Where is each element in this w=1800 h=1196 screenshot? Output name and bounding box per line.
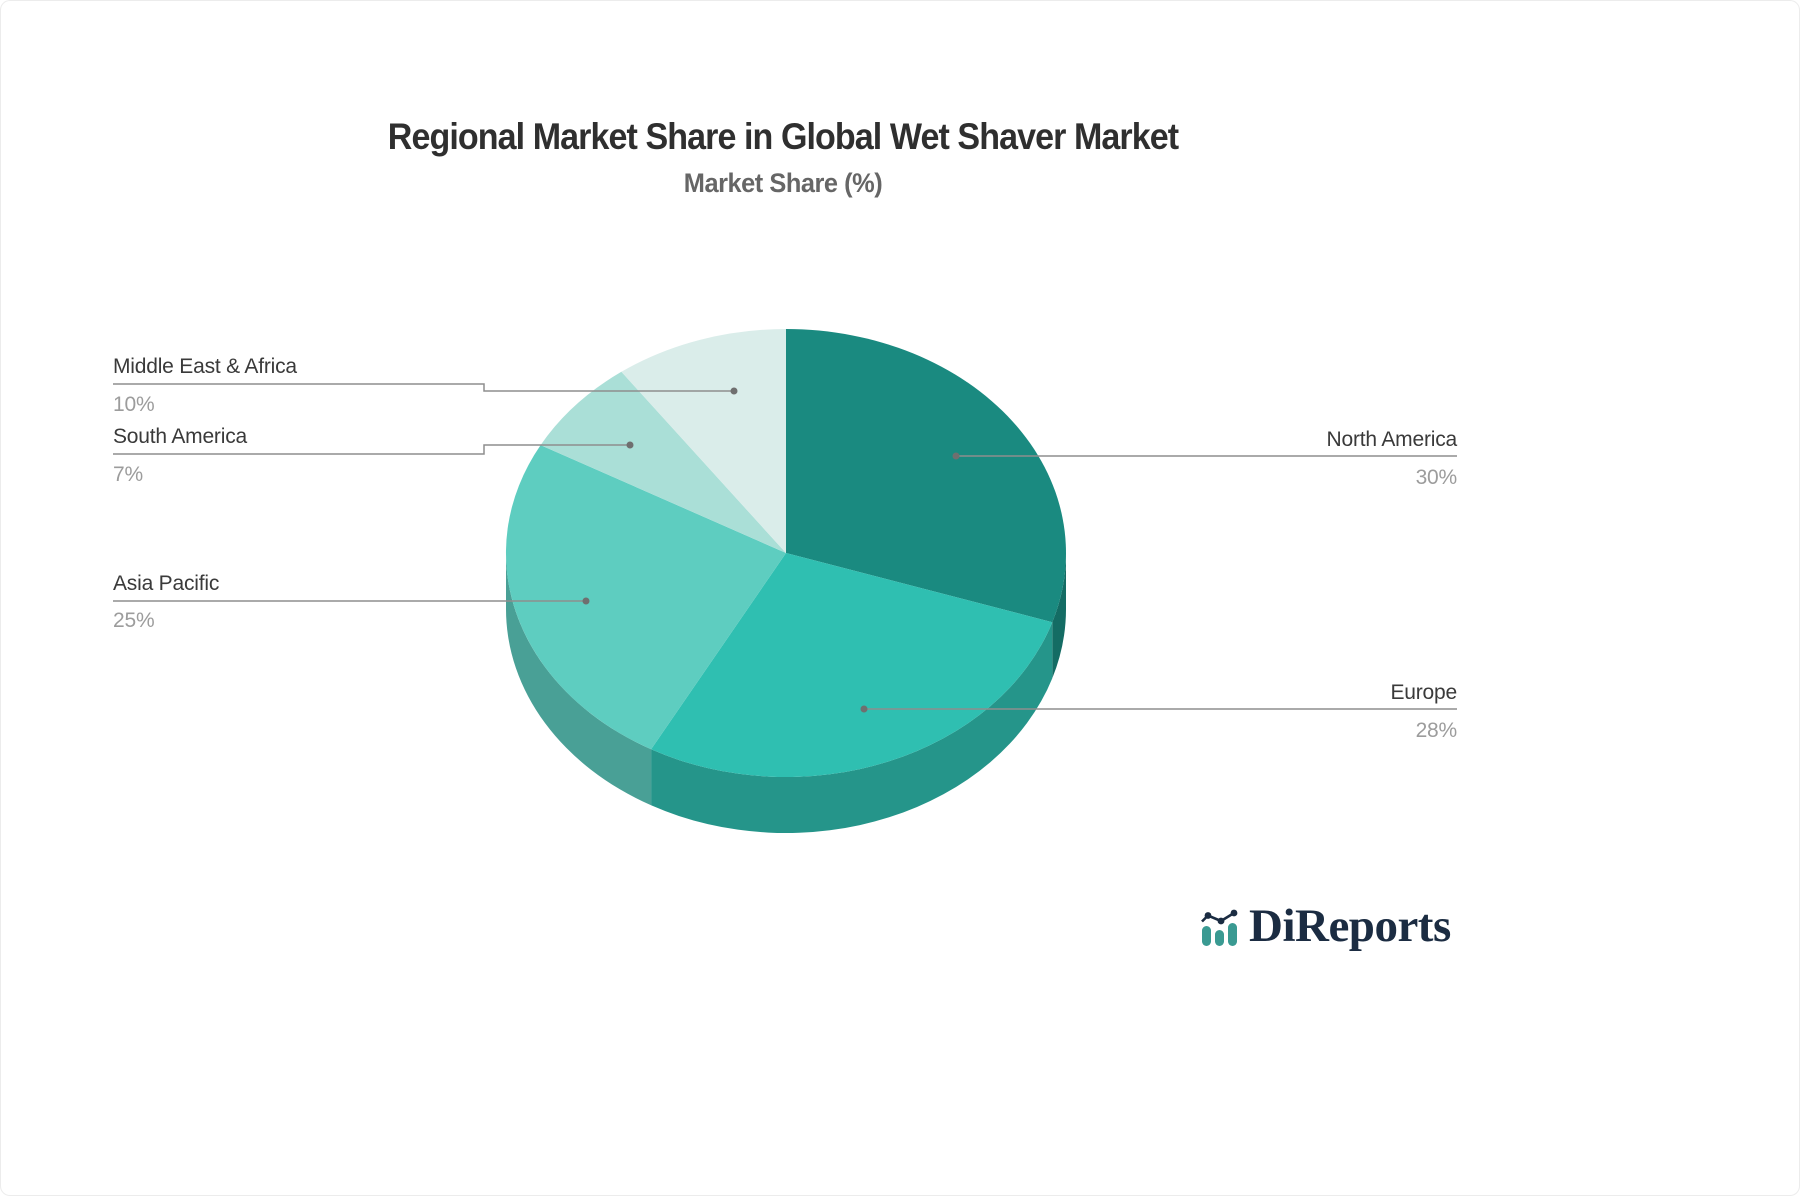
callout-north-america: North America [1326,427,1458,453]
callout-north-america-pct: 30% [1415,465,1458,491]
callout-asia-pacific-pct: 25% [113,608,155,634]
slice-percent: 28% [1415,719,1458,742]
direports-logo-icon [1201,909,1238,946]
slice-percent: 25% [113,609,155,632]
callout-middle-east-africa-pct: 10% [113,392,155,418]
chart-canvas: Regional Market Share in Global Wet Shav… [0,0,1800,1196]
connector-dot [626,441,634,449]
callout-europe-pct: 28% [1415,718,1458,744]
pie-chart [113,329,1457,834]
slice-percent: 7% [113,463,143,486]
connector-dot [952,452,960,460]
direports-logo-text: DiReports [1249,900,1451,952]
callout-asia-pacific: Asia Pacific [113,571,219,597]
callout-europe: Europe [1390,680,1457,706]
callout-south-america-pct: 7% [113,462,143,488]
slice-label: Asia Pacific [113,572,220,595]
callout-south-america: South America [113,424,247,450]
slice-percent: 10% [113,393,155,416]
slice-label: Europe [1390,681,1457,704]
connector-dot [860,705,868,713]
connector-dot [730,387,738,395]
direports-logo: DiReports [1199,900,1479,960]
slice-label: South America [113,425,247,448]
slice-label: Middle East & Africa [113,355,297,378]
connector-dot [582,597,590,605]
callout-middle-east-africa: Middle East & Africa [113,354,297,380]
slice-percent: 30% [1415,466,1458,489]
slice-label: North America [1326,428,1458,451]
